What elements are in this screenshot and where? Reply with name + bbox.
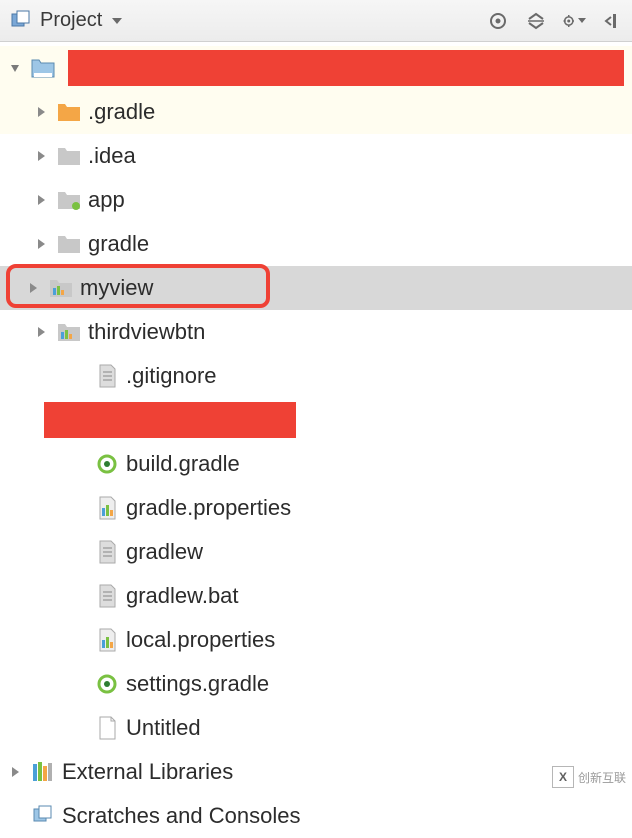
project-toolbar: Project bbox=[0, 0, 632, 42]
expand-arrow-icon[interactable] bbox=[32, 194, 50, 206]
external-libraries[interactable]: External Libraries bbox=[0, 750, 632, 794]
module-root-icon bbox=[30, 55, 56, 81]
tree-item-label: External Libraries bbox=[62, 759, 233, 785]
folder-excluded-icon bbox=[56, 99, 82, 125]
tree-item-myview[interactable]: myview bbox=[0, 266, 632, 310]
expand-arrow-icon[interactable] bbox=[32, 238, 50, 250]
folder-icon bbox=[56, 231, 82, 257]
chevron-down-icon[interactable] bbox=[112, 18, 122, 24]
text-file-icon bbox=[94, 583, 120, 609]
tree-item-label: build.gradle bbox=[126, 451, 240, 477]
watermark-logo-icon: X bbox=[552, 766, 574, 788]
collapse-all-icon[interactable] bbox=[524, 9, 548, 33]
tree-item-label: thirdviewbtn bbox=[88, 319, 205, 345]
tree-item-gradlew-bat[interactable]: gradlew.bat bbox=[0, 574, 632, 618]
tree-item-untitled[interactable]: Untitled bbox=[0, 706, 632, 750]
gradle-file-icon bbox=[94, 671, 120, 697]
tree-item-idea[interactable]: .idea bbox=[0, 134, 632, 178]
expand-arrow-icon[interactable] bbox=[32, 106, 50, 118]
folder-module-icon bbox=[56, 187, 82, 213]
tree-item-build-gradle[interactable]: build.gradle bbox=[0, 442, 632, 486]
project-root[interactable] bbox=[0, 46, 632, 90]
tree-item-gradle-dir[interactable]: .gradle bbox=[0, 90, 632, 134]
properties-file-icon bbox=[94, 627, 120, 653]
tree-item-label: gradle.properties bbox=[126, 495, 291, 521]
tree-item-label: local.properties bbox=[126, 627, 275, 653]
tree-item-gradle-properties[interactable]: gradle.properties bbox=[0, 486, 632, 530]
project-view-icon bbox=[8, 8, 34, 34]
tree-item-label: app bbox=[88, 187, 125, 213]
tree-item-label: .idea bbox=[88, 143, 136, 169]
scratches-and-consoles[interactable]: Scratches and Consoles bbox=[0, 794, 632, 838]
tree-item-local-properties[interactable]: local.properties bbox=[0, 618, 632, 662]
tree-item-gradlew[interactable]: gradlew bbox=[0, 530, 632, 574]
module-folder-icon bbox=[48, 275, 74, 301]
tree-item-redacted[interactable] bbox=[0, 398, 632, 442]
tree-item-gitignore[interactable]: .gitignore bbox=[0, 354, 632, 398]
view-selector[interactable]: Project bbox=[40, 9, 102, 32]
tree-item-label: gradle bbox=[88, 231, 149, 257]
settings-gear-icon[interactable] bbox=[562, 9, 586, 33]
expand-arrow-icon[interactable] bbox=[24, 282, 42, 294]
tree-item-settings-gradle[interactable]: settings.gradle bbox=[0, 662, 632, 706]
tree-item-label: .gitignore bbox=[126, 363, 217, 389]
watermark-text: 创新互联 bbox=[578, 769, 626, 786]
hide-panel-icon[interactable] bbox=[600, 9, 624, 33]
properties-file-icon bbox=[94, 495, 120, 521]
module-folder-icon bbox=[56, 319, 82, 345]
text-file-icon bbox=[94, 363, 120, 389]
scratches-icon bbox=[30, 803, 56, 829]
tree-item-gradle-folder[interactable]: gradle bbox=[0, 222, 632, 266]
scroll-from-source-icon[interactable] bbox=[486, 9, 510, 33]
project-tree: .gradle .idea app gradle myview thirdvie… bbox=[0, 42, 632, 838]
folder-icon bbox=[56, 143, 82, 169]
tree-item-thirdviewbtn[interactable]: thirdviewbtn bbox=[0, 310, 632, 354]
blank-file-icon bbox=[94, 715, 120, 741]
libraries-icon bbox=[30, 759, 56, 785]
expand-arrow-icon[interactable] bbox=[32, 150, 50, 162]
tree-item-label: settings.gradle bbox=[126, 671, 269, 697]
tree-item-label: gradlew.bat bbox=[126, 583, 239, 609]
tree-item-app[interactable]: app bbox=[0, 178, 632, 222]
tree-item-label: Untitled bbox=[126, 715, 201, 741]
expand-arrow-icon[interactable] bbox=[6, 766, 24, 778]
tree-item-label: Scratches and Consoles bbox=[62, 803, 300, 829]
tree-item-label: .gradle bbox=[88, 99, 155, 125]
text-file-icon bbox=[94, 539, 120, 565]
expand-arrow-icon[interactable] bbox=[32, 326, 50, 338]
gradle-file-icon bbox=[94, 451, 120, 477]
tree-item-label: myview bbox=[80, 275, 153, 301]
expand-arrow-icon[interactable] bbox=[6, 62, 24, 74]
tree-item-label: gradlew bbox=[126, 539, 203, 565]
watermark: X 创新互联 bbox=[552, 766, 626, 788]
